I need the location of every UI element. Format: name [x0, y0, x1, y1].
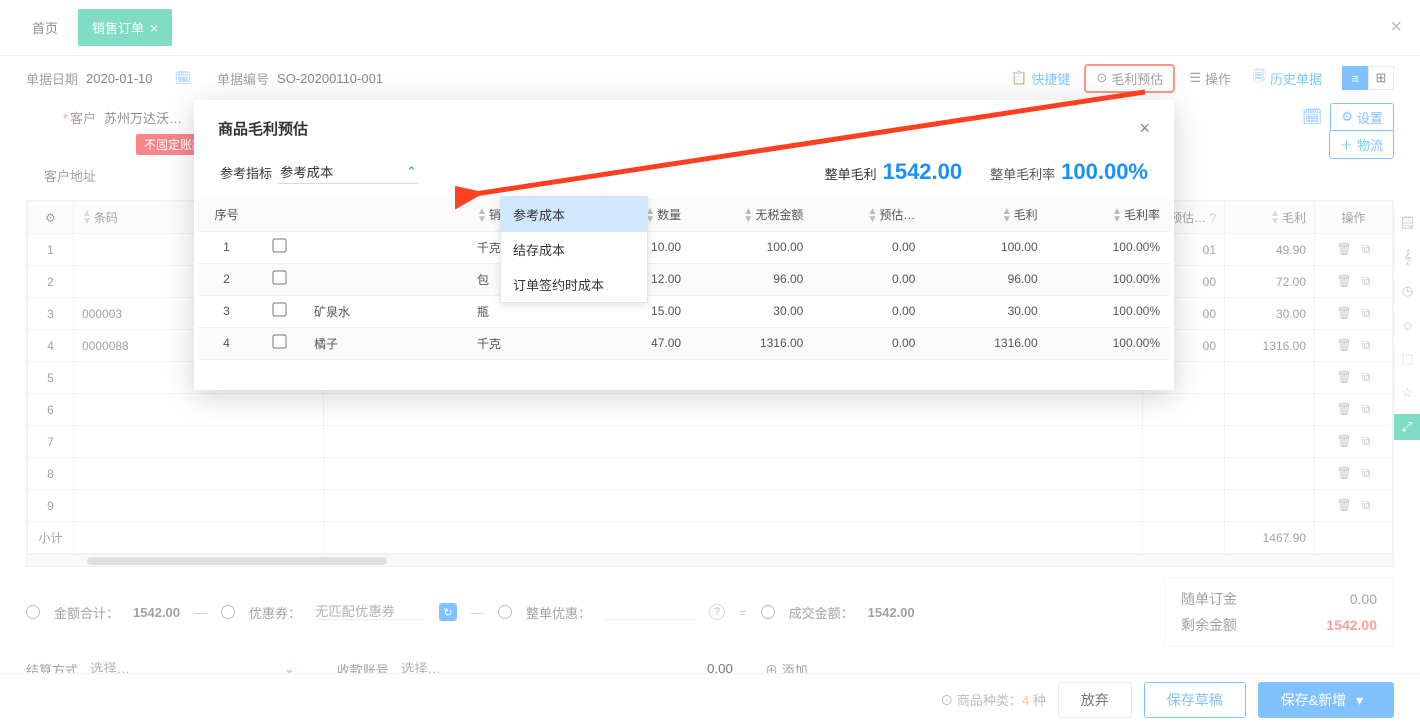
modal-table-row[interactable]: 4橘子千克47.001316.000.001316.00100.00%	[198, 327, 1170, 359]
mrow-unit: 千克	[467, 327, 579, 359]
modal-header: 商品毛利预估 ×	[194, 100, 1174, 153]
mrow-seq: 3	[198, 295, 255, 327]
sum-profit-label: 整单毛利	[825, 164, 877, 183]
modal-filter-row: 参考指标 ⌃ 整单毛利 1542.00 整单毛利率 100.00%	[194, 153, 1174, 199]
sum-rate-value: 100.00%	[1061, 159, 1148, 185]
mrow-est: 0.00	[813, 231, 925, 263]
modal-table-header: 序号 ▲▼销售单位 ▲▼数量 ▲▼无税金额 ▲▼预估… ▲▼毛利 ▲▼毛利率	[198, 199, 1170, 231]
chevron-up-icon[interactable]: ⌃	[406, 164, 417, 180]
mcol-amount[interactable]: ▲▼无税金额	[691, 199, 813, 231]
dropdown-option[interactable]: 参考成本	[501, 197, 647, 232]
dropdown-option[interactable]: 订单签约时成本	[501, 267, 647, 302]
close-modal-icon[interactable]: ×	[1139, 118, 1150, 139]
mrow-rate: 100.00%	[1048, 231, 1170, 263]
mrow-est: 0.00	[813, 295, 925, 327]
mrow-checkbox[interactable]	[272, 334, 286, 348]
mrow-seq: 2	[198, 263, 255, 295]
mrow-name	[304, 263, 467, 295]
mrow-rate: 100.00%	[1048, 263, 1170, 295]
dropdown-option[interactable]: 结存成本	[501, 232, 647, 267]
modal-table-row[interactable]: 1千克10.00100.000.00100.00100.00%	[198, 231, 1170, 263]
mrow-est: 0.00	[813, 327, 925, 359]
sum-rate-label: 整单毛利率	[990, 164, 1055, 183]
mrow-profit: 30.00	[925, 295, 1047, 327]
mrow-rate: 100.00%	[1048, 295, 1170, 327]
mcol-seq: 序号	[198, 199, 255, 231]
mrow-seq: 1	[198, 231, 255, 263]
mrow-amount: 1316.00	[691, 327, 813, 359]
mrow-amount: 30.00	[691, 295, 813, 327]
indicator-dropdown: 参考成本 结存成本 订单签约时成本	[500, 196, 648, 303]
modal-table-row[interactable]: 2包12.0096.000.0096.00100.00%	[198, 263, 1170, 295]
mrow-amount: 96.00	[691, 263, 813, 295]
modal-title: 商品毛利预估	[218, 118, 308, 139]
mrow-checkbox[interactable]	[272, 302, 286, 316]
mrow-profit: 96.00	[925, 263, 1047, 295]
mcol-chk	[255, 199, 304, 231]
mcol-name	[304, 199, 467, 231]
modal-table-row[interactable]: 3矿泉水瓶15.0030.000.0030.00100.00%	[198, 295, 1170, 327]
mrow-est: 0.00	[813, 263, 925, 295]
mrow-profit: 1316.00	[925, 327, 1047, 359]
indicator-select[interactable]	[278, 160, 418, 184]
mrow-name: 橘子	[304, 327, 467, 359]
indicator-label: 参考指标	[220, 163, 272, 182]
mrow-name: 矿泉水	[304, 295, 467, 327]
mcol-profit[interactable]: ▲▼毛利	[925, 199, 1047, 231]
mrow-seq: 4	[198, 327, 255, 359]
sum-profit-value: 1542.00	[883, 159, 963, 185]
mrow-profit: 100.00	[925, 231, 1047, 263]
mrow-name	[304, 231, 467, 263]
profit-modal: 商品毛利预估 × 参考指标 ⌃ 整单毛利 1542.00 整单毛利率 100.0…	[194, 100, 1174, 390]
mrow-rate: 100.00%	[1048, 327, 1170, 359]
modal-summary: 整单毛利 1542.00 整单毛利率 100.00%	[825, 159, 1148, 185]
mrow-qty: 47.00	[579, 327, 691, 359]
modal-table: 序号 ▲▼销售单位 ▲▼数量 ▲▼无税金额 ▲▼预估… ▲▼毛利 ▲▼毛利率 1…	[198, 199, 1170, 360]
mcol-est[interactable]: ▲▼预估…	[813, 199, 925, 231]
mrow-checkbox[interactable]	[272, 270, 286, 284]
mrow-checkbox[interactable]	[272, 238, 286, 252]
mrow-amount: 100.00	[691, 231, 813, 263]
mcol-rate[interactable]: ▲▼毛利率	[1048, 199, 1170, 231]
